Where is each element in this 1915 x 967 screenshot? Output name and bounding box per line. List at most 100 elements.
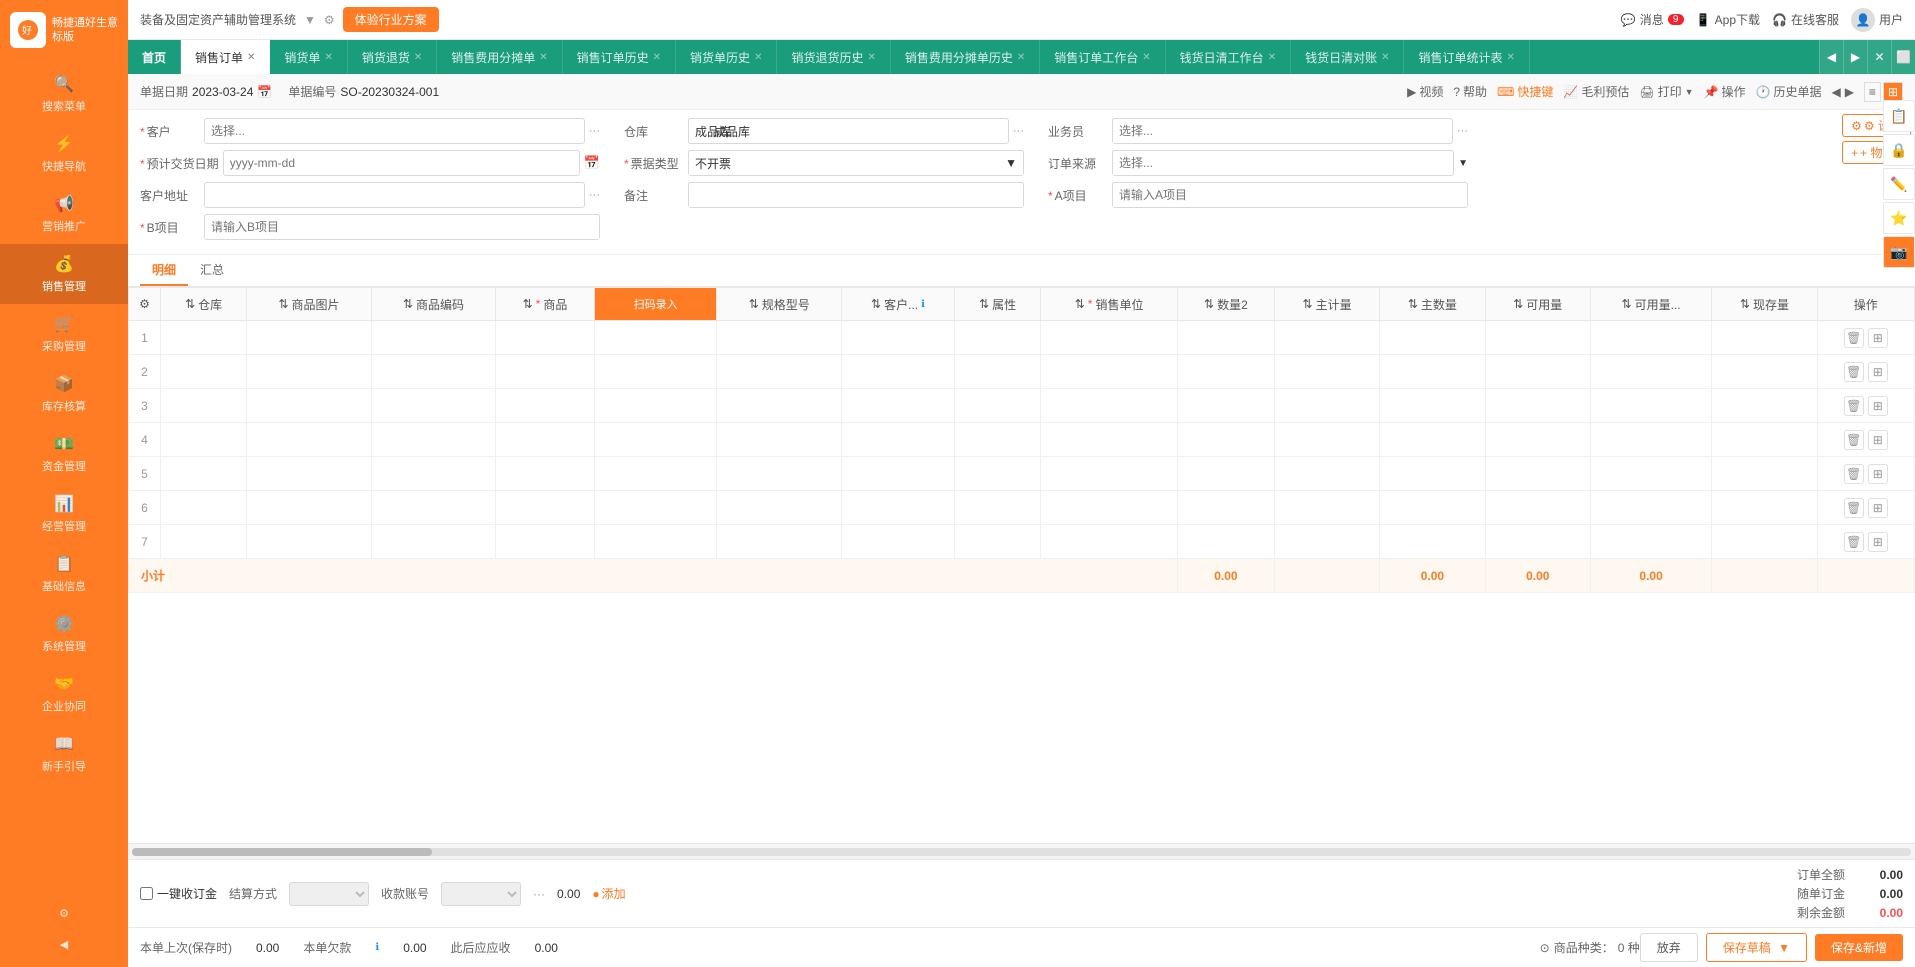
th-qty2[interactable]: ⇅数量2 (1177, 288, 1274, 321)
account-select[interactable] (441, 882, 521, 906)
toolbar-history[interactable]: 🕐 历史单据 (1755, 83, 1821, 100)
row-1-warehouse[interactable] (161, 321, 247, 355)
tab-sales-receipt[interactable]: 销货单 ✕ (270, 40, 347, 74)
tab-order-workbench[interactable]: 销售订单工作台 ✕ (1040, 40, 1165, 74)
tab-sales-order-close[interactable]: ✕ (247, 52, 255, 63)
save-draft-arrow[interactable]: ▼ (1778, 941, 1790, 955)
row-6-product[interactable] (496, 491, 594, 525)
tab-order-history[interactable]: 销售订单历史 ✕ (563, 40, 676, 74)
row-2-product[interactable] (496, 355, 594, 389)
toolbar-profit[interactable]: 📈 毛利预估 (1563, 83, 1629, 100)
b-project-input[interactable] (204, 214, 600, 240)
nav-prev-icon[interactable]: ◀ (1831, 85, 1840, 99)
grid-view-icon[interactable]: ⊞ (1883, 82, 1903, 102)
tab-order-stats[interactable]: 销售订单统计表 ✕ (1404, 40, 1529, 74)
tab-home[interactable]: 首页 (128, 40, 181, 74)
delivery-calendar-icon[interactable]: 📅 (584, 155, 600, 171)
sidebar-item-purchase[interactable]: 🛒 采购管理 (0, 304, 128, 364)
row-4-qty2[interactable] (1177, 423, 1274, 457)
th-customer-code[interactable]: ⇅客户...ℹ (841, 288, 954, 321)
row-5-attrs[interactable] (955, 457, 1041, 491)
row-3-unit[interactable] (1041, 389, 1178, 423)
one-click-checkbox[interactable] (140, 887, 153, 900)
row-7-customer-code[interactable] (841, 525, 954, 559)
discard-button[interactable]: 放弃 (1640, 933, 1698, 962)
row-3-warehouse[interactable] (161, 389, 247, 423)
app-download-item[interactable]: 📱 App下载 (1696, 11, 1760, 28)
sidebar-settings[interactable]: ⚙ (53, 901, 75, 926)
tab-sales-return[interactable]: 销货退货 ✕ (348, 40, 437, 74)
row-5-product[interactable] (496, 457, 594, 491)
row-1-code[interactable] (371, 321, 496, 355)
sidebar-item-quick[interactable]: ⚡ 快捷导航 (0, 124, 128, 184)
customer-more-icon[interactable]: ··· (589, 125, 600, 137)
online-service-item[interactable]: 🎧 在线客服 (1772, 11, 1839, 28)
th-image[interactable]: ⇅商品图片 (247, 288, 372, 321)
row-4-code[interactable] (371, 423, 496, 457)
row-3-delete-icon[interactable]: 🗑 (1844, 396, 1864, 416)
tab-cashflow-reconcile-close[interactable]: ✕ (1381, 52, 1389, 63)
customer-input[interactable] (204, 118, 585, 144)
row-2-code[interactable] (371, 355, 496, 389)
sidebar-item-operations[interactable]: 📊 经营管理 (0, 484, 128, 544)
tab-sales-order[interactable]: 销售订单 ✕ (181, 40, 270, 74)
row-4-warehouse[interactable] (161, 423, 247, 457)
user-item[interactable]: 👤 用户 (1851, 8, 1903, 32)
th-spec[interactable]: ⇅规格型号 (717, 288, 842, 321)
row-4-spec[interactable] (717, 423, 842, 457)
row-1-main-qty[interactable] (1380, 321, 1485, 355)
th-code[interactable]: ⇅商品编码 (371, 288, 496, 321)
row-2-delete-icon[interactable]: 🗑 (1844, 362, 1864, 382)
row-3-copy-icon[interactable]: ⊞ (1868, 396, 1888, 416)
salesperson-input[interactable] (1112, 118, 1453, 144)
th-attrs[interactable]: ⇅属性 (955, 288, 1041, 321)
th-main-measure[interactable]: ⇅主计量 (1274, 288, 1379, 321)
add-payment-button[interactable]: ● 添加 (592, 885, 625, 902)
row-4-main-qty[interactable] (1380, 423, 1485, 457)
tab-expense-history-close[interactable]: ✕ (1017, 52, 1025, 63)
row-5-spec[interactable] (717, 457, 842, 491)
row-1-qty2[interactable] (1177, 321, 1274, 355)
row-6-unit[interactable] (1041, 491, 1178, 525)
nav-next-icon[interactable]: ▶ (1845, 85, 1854, 99)
tab-detail[interactable]: 明细 (140, 255, 188, 286)
sidebar-item-finance[interactable]: 💵 资金管理 (0, 424, 128, 484)
toolbar-print[interactable]: 🖨 打印 ▼ (1639, 83, 1693, 100)
row-4-product[interactable] (496, 423, 594, 457)
notification-item[interactable]: 💬 消息 9 (1621, 11, 1684, 28)
tab-sales-expense-close[interactable]: ✕ (539, 52, 547, 63)
toolbar-shortcut[interactable]: ⌨ 快捷键 (1497, 83, 1553, 100)
th-stock[interactable]: ⇅现存量 (1712, 288, 1817, 321)
row-2-qty2[interactable] (1177, 355, 1274, 389)
row-2-attrs[interactable] (955, 355, 1041, 389)
customer-address-input[interactable] (204, 182, 585, 208)
row-6-spec[interactable] (717, 491, 842, 525)
row-7-warehouse[interactable] (161, 525, 247, 559)
tab-order-stats-close[interactable]: ✕ (1507, 52, 1515, 63)
delivery-date-input[interactable] (223, 150, 580, 176)
far-right-icon-5[interactable]: 📷 (1883, 236, 1915, 268)
row-6-code[interactable] (371, 491, 496, 525)
row-4-copy-icon[interactable]: ⊞ (1868, 430, 1888, 450)
tab-receipt-history-close[interactable]: ✕ (754, 52, 762, 63)
row-4-main-measure[interactable] (1274, 423, 1379, 457)
row-3-attrs[interactable] (955, 389, 1041, 423)
list-view-icon[interactable]: ≡ (1864, 82, 1881, 102)
row-1-attrs[interactable] (955, 321, 1041, 355)
solution-button[interactable]: 体验行业方案 (343, 7, 439, 32)
row-3-qty2[interactable] (1177, 389, 1274, 423)
row-7-main-measure[interactable] (1274, 525, 1379, 559)
a-project-input[interactable] (1112, 182, 1468, 208)
th-available[interactable]: ⇅可用量 (1485, 288, 1590, 321)
row-6-copy-icon[interactable]: ⊞ (1868, 498, 1888, 518)
tab-return-history-close[interactable]: ✕ (867, 52, 875, 63)
row-4-delete-icon[interactable]: 🗑 (1844, 430, 1864, 450)
row-7-product[interactable] (496, 525, 594, 559)
settlement-select[interactable] (289, 882, 369, 906)
toolbar-operation[interactable]: 📌 操作 (1704, 83, 1746, 100)
sidebar-item-system[interactable]: ⚙️ 系统管理 (0, 604, 128, 664)
row-2-warehouse[interactable] (161, 355, 247, 389)
row-6-main-measure[interactable] (1274, 491, 1379, 525)
tab-close-all[interactable]: ✕ (1867, 40, 1891, 74)
invoice-type-select[interactable]: 不开票 ▼ (688, 150, 1024, 176)
